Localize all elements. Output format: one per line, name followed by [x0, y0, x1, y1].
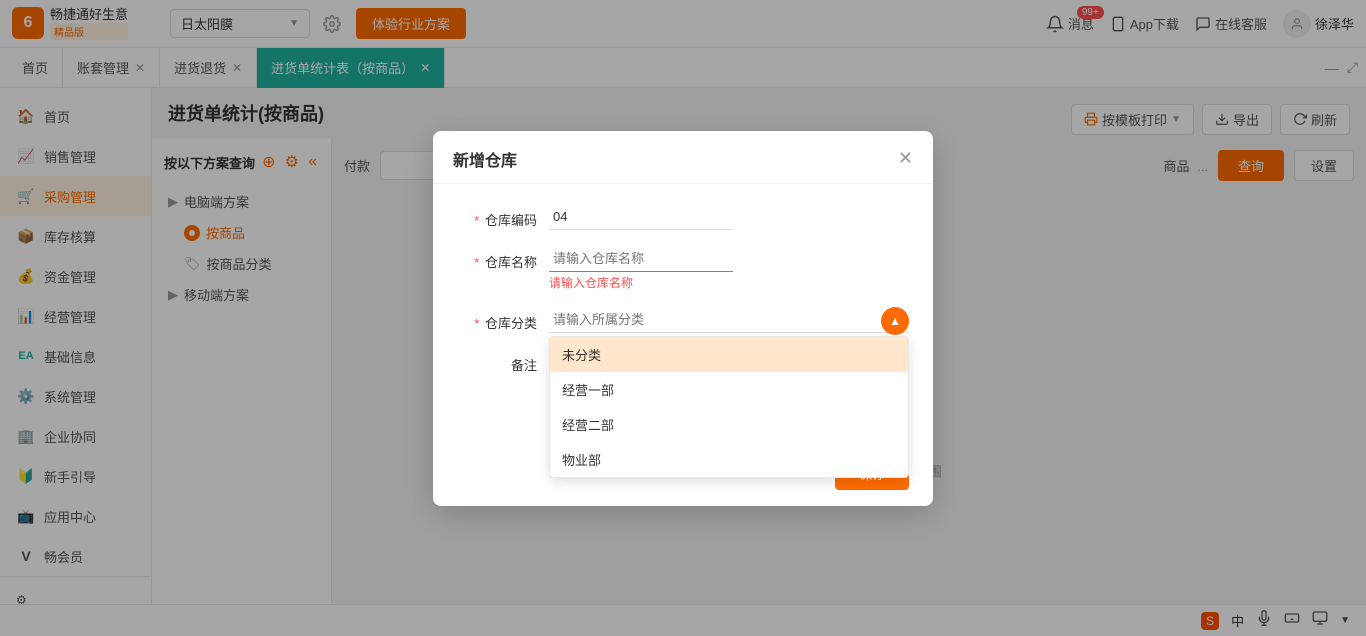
- warehouse-code-input[interactable]: [549, 204, 733, 230]
- category-combo: ▲ 未分类 经营一部 经营二部 物业部: [549, 307, 909, 333]
- warehouse-name-row: * 仓库名称 请输入仓库名称: [457, 246, 909, 291]
- dropdown-option-property[interactable]: 物业部: [550, 442, 908, 477]
- notes-label: 备注: [457, 349, 537, 374]
- code-label: * 仓库编码: [457, 204, 537, 229]
- dialog-header: 新增仓库 ✕: [433, 131, 933, 184]
- code-input-box: [549, 204, 909, 230]
- name-label: * 仓库名称: [457, 246, 537, 271]
- dropdown-option-ops1[interactable]: 经营一部: [550, 372, 908, 407]
- add-warehouse-dialog: 新增仓库 ✕ * 仓库编码 * 仓库名称: [433, 131, 933, 506]
- category-input[interactable]: [549, 307, 909, 332]
- dropdown-option-unclassified[interactable]: 未分类: [550, 337, 908, 372]
- modal-overlay[interactable]: 新增仓库 ✕ * 仓库编码 * 仓库名称: [0, 0, 1366, 636]
- name-error-hint: 请输入仓库名称: [549, 274, 909, 291]
- dialog-close-icon[interactable]: ✕: [898, 148, 913, 169]
- dialog-body: * 仓库编码 * 仓库名称 请输入仓库名称: [433, 184, 933, 445]
- warehouse-category-row: * 仓库分类 ▲ 未分类 经营一部 经营二部 物业部: [457, 307, 909, 333]
- name-input-box: 请输入仓库名称: [549, 246, 909, 291]
- dropdown-option-ops2[interactable]: 经营二部: [550, 407, 908, 442]
- warehouse-name-input[interactable]: [549, 246, 733, 272]
- category-dropdown: 未分类 经营一部 经营二部 物业部: [549, 336, 909, 478]
- category-toggle-icon[interactable]: ▲: [881, 307, 909, 335]
- category-label: * 仓库分类: [457, 307, 537, 332]
- warehouse-code-row: * 仓库编码: [457, 204, 909, 230]
- dialog-title: 新增仓库: [453, 147, 517, 171]
